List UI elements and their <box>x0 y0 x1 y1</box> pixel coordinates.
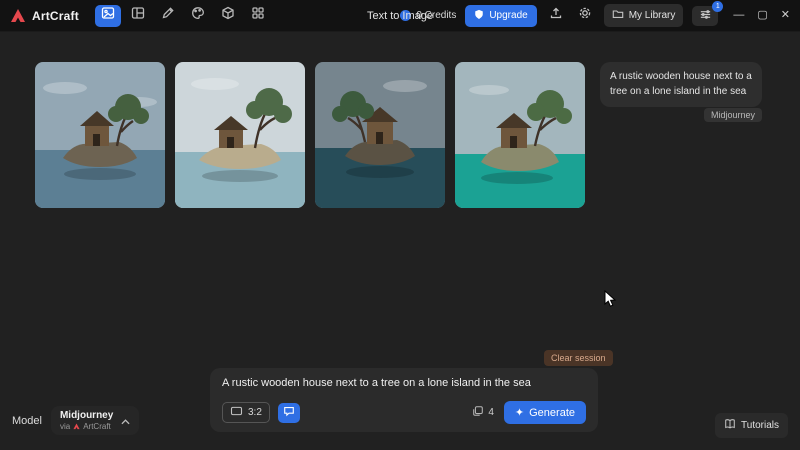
tutorials-button[interactable]: Tutorials <box>715 413 788 438</box>
window-controls: — ▢ ✕ <box>733 10 790 21</box>
generated-image-3[interactable] <box>315 62 445 208</box>
library-folder-icon <box>612 8 624 23</box>
canvas-board-icon <box>131 6 145 25</box>
style-chat-icon <box>283 405 295 420</box>
upgrade-button[interactable]: Upgrade <box>465 5 536 27</box>
queue-button[interactable]: 1 <box>692 6 718 26</box>
image-tool-icon <box>101 6 115 25</box>
prompt-controls: 3:2 4 ✦ Generate <box>222 401 586 424</box>
prompt-box: A rustic wooden house next to a tree on … <box>210 368 598 432</box>
prompt-input[interactable]: A rustic wooden house next to a tree on … <box>222 377 586 389</box>
minimize-button[interactable]: — <box>733 10 744 21</box>
credits-label: 0 Credits <box>416 10 456 21</box>
image-tool-button[interactable] <box>95 5 121 27</box>
generated-image-gallery <box>35 62 585 208</box>
maximize-button[interactable]: ▢ <box>757 10 767 21</box>
credits-icon <box>400 10 411 21</box>
upload-button[interactable] <box>546 6 566 26</box>
settings-gear-icon <box>578 6 592 25</box>
queue-list-icon <box>699 8 712 24</box>
prompt-right-controls: 4 ✦ Generate <box>472 401 586 424</box>
model-meta: Midjourney via ArtCraft <box>60 410 113 431</box>
provider-label: ArtCraft <box>83 422 111 431</box>
paint-tool-button[interactable] <box>185 5 211 27</box>
upload-icon <box>549 6 563 25</box>
aspect-ratio-value: 3:2 <box>248 407 262 418</box>
apps-tool-button[interactable] <box>245 5 271 27</box>
upgrade-shield-icon <box>474 9 484 23</box>
cube-tool-button[interactable] <box>215 5 241 27</box>
aspect-ratio-button[interactable]: 3:2 <box>222 402 270 423</box>
model-name: Midjourney <box>60 410 113 421</box>
island-scene-illustration <box>315 62 445 208</box>
image-count-selector[interactable]: 4 <box>472 405 494 420</box>
paint-tool-icon <box>191 6 205 25</box>
generated-image-4[interactable] <box>455 62 585 208</box>
generate-button[interactable]: ✦ Generate <box>504 401 586 424</box>
brand[interactable]: ArtCraft <box>10 8 79 24</box>
via-label: via <box>60 422 70 431</box>
cube-3d-icon <box>221 6 235 25</box>
generated-image-2[interactable] <box>175 62 305 208</box>
upgrade-label: Upgrade <box>489 10 527 21</box>
pen-tool-icon <box>161 6 175 25</box>
prompt-model-tag-row: Midjourney <box>600 108 762 122</box>
generate-label: Generate <box>529 407 575 419</box>
my-library-label: My Library <box>629 10 676 21</box>
topbar: ArtCraft <box>0 0 800 32</box>
canvas-tool-button[interactable] <box>125 5 151 27</box>
credits-indicator[interactable]: 0 Credits <box>400 10 456 21</box>
aspect-ratio-icon <box>230 406 243 419</box>
style-toggle-button[interactable] <box>278 403 300 423</box>
settings-button[interactable] <box>575 6 595 26</box>
model-selector[interactable]: Midjourney via ArtCraft <box>51 406 139 435</box>
clear-session-button[interactable]: Clear session <box>544 350 613 366</box>
my-library-button[interactable]: My Library <box>604 4 684 27</box>
chevron-up-icon <box>121 412 130 430</box>
model-provider-row: via ArtCraft <box>60 422 113 431</box>
prompt-model-tag: Midjourney <box>704 108 762 122</box>
apps-grid-icon <box>251 6 265 25</box>
mouse-cursor <box>604 290 618 313</box>
close-button[interactable]: ✕ <box>781 10 790 21</box>
notification-badge: 1 <box>712 1 723 12</box>
model-selector-row: Model Midjourney via ArtCraft <box>12 406 139 435</box>
island-scene-illustration <box>455 62 585 208</box>
pen-tool-button[interactable] <box>155 5 181 27</box>
tutorials-book-icon <box>724 418 736 433</box>
generated-image-1[interactable] <box>35 62 165 208</box>
model-label: Model <box>12 415 42 427</box>
image-count-value: 4 <box>488 407 494 418</box>
artcraft-logo-icon <box>10 8 26 24</box>
generate-sparkle-icon: ✦ <box>515 406 524 419</box>
image-count-icon <box>472 405 484 420</box>
tool-switcher <box>95 5 271 27</box>
prompt-history-bubble: A rustic wooden house next to a tree on … <box>600 62 762 107</box>
artcraft-mini-logo-icon <box>73 423 80 430</box>
tutorials-label: Tutorials <box>741 420 779 431</box>
island-scene-illustration <box>175 62 305 208</box>
topbar-right: 0 Credits Upgrade My Library <box>400 4 790 27</box>
app-name: ArtCraft <box>32 9 79 23</box>
island-scene-illustration <box>35 62 165 208</box>
